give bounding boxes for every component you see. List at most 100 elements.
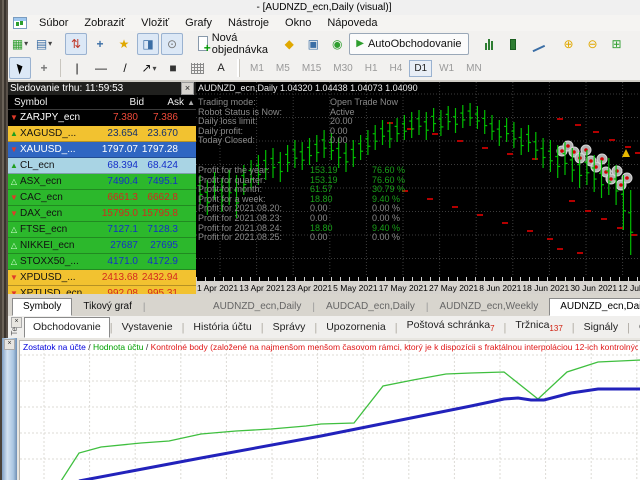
tab-tikovy-graf[interactable]: Tikový graf <box>72 298 143 316</box>
bar-chart-type-button[interactable] <box>478 33 500 55</box>
strategy-tester-panel: × Zostatok na účte / Hodnota účtu / Kont… <box>2 338 640 480</box>
table-row[interactable]: △ NIKKEI_ecn 27687 27695 <box>8 238 196 254</box>
tester-side-strip <box>2 338 17 480</box>
tab-signaly[interactable]: Signály <box>575 317 627 338</box>
close-icon[interactable]: × <box>181 82 194 95</box>
candle-chart-type-button[interactable] <box>502 33 524 55</box>
column-symbol[interactable]: Symbol <box>8 97 98 108</box>
close-icon[interactable]: × <box>4 339 15 350</box>
timeframe-h1[interactable]: H1 <box>360 60 383 77</box>
new-order-button[interactable]: Nová objednávka <box>192 32 277 56</box>
column-ask[interactable]: Ask <box>144 97 184 108</box>
tab-vystavenie[interactable]: Vystavenie <box>113 317 182 338</box>
date-label: 18 Jun 2021 <box>522 282 570 293</box>
symbol-cell: XPDUSD_... <box>20 272 76 283</box>
tab-obchodovanie[interactable]: Obchodovanie <box>24 317 110 338</box>
menu-okno[interactable]: Okno <box>278 16 318 30</box>
terminal-toggle-button[interactable]: ◨ <box>137 32 159 55</box>
arrows-tool-button[interactable]: ↗ ▾ <box>138 57 160 79</box>
vertical-line-tool-button[interactable]: | <box>66 57 88 79</box>
table-row[interactable]: △ FTSE_ecn 7127.1 7128.3 <box>8 222 196 238</box>
menu-grafy[interactable]: Grafy <box>178 16 219 30</box>
menu-napoveda[interactable]: Nápoveda <box>320 16 384 30</box>
table-row[interactable]: △ ASX_ecn 7490.4 7495.1 <box>8 174 196 190</box>
timeframe-m15[interactable]: M15 <box>297 60 326 77</box>
table-row[interactable]: ▲ CL_ecn 68.394 68.424 <box>8 158 196 174</box>
timeframe-m1[interactable]: M1 <box>245 60 269 77</box>
zoom-out-button[interactable]: ⊖ <box>582 33 604 55</box>
menu-subor[interactable]: Súbor <box>32 16 75 30</box>
chart-tab[interactable]: AUDNZD_ecn,Daily <box>202 298 312 316</box>
table-row[interactable]: ▼ XAUUSD_... 1797.07 1797.28 <box>8 142 196 158</box>
market-watch-toggle-button[interactable]: ⇅ <box>65 32 87 55</box>
table-row[interactable]: ▼ ZARJPY_ecn 7.380 7.386 <box>8 110 196 126</box>
shapes-tool-button[interactable]: ■ <box>162 57 184 79</box>
metaeditor-button[interactable]: ◆ <box>278 33 300 55</box>
chart-window-icon <box>13 17 27 29</box>
scroll-up-icon[interactable]: ▲ <box>184 98 196 107</box>
table-row[interactable]: ▼ CAC_ecn 6661.3 6662.8 <box>8 190 196 206</box>
timeframe-d1[interactable]: D1 <box>409 59 433 77</box>
table-row[interactable]: ▼ XPTUSD_ecn 992.08 995.31 <box>8 286 196 294</box>
connection-button[interactable]: ◉ <box>326 33 348 55</box>
tester-graph[interactable]: Zostatok na účte / Hodnota účtu / Kontro… <box>19 340 640 480</box>
column-bid[interactable]: Bid <box>98 97 144 108</box>
horizontal-line-tool-button[interactable]: — <box>90 57 112 79</box>
chevron-down-icon[interactable]: ▾ <box>48 39 52 48</box>
tab-upozornenia[interactable]: Upozornenia <box>317 317 395 338</box>
data-window-button[interactable]: + <box>89 33 111 55</box>
table-row[interactable]: ▼ DAX_ecn 15795.0 15795.8 <box>8 206 196 222</box>
zoom-in-button[interactable]: ⊕ <box>558 33 580 55</box>
drawing-toolbar: + | — / ↗ ▾ ■ A M1 M5 M15 M30 H1 H4 D1 W1… <box>8 56 640 82</box>
chart-tab[interactable]: AUDNZD_ecn,Weekly <box>429 298 550 316</box>
date-label: 12 Jul <box>618 282 640 293</box>
trendline-icon: / <box>123 61 127 75</box>
timeframe-h4[interactable]: H4 <box>385 60 408 77</box>
price-chart[interactable]: AUDNZD_ecn,Daily 1.04320 1.04438 1.04073… <box>196 82 640 277</box>
title-bar: - [AUDNZD_ecn,Daily (visual)] <box>8 0 640 15</box>
chevron-down-icon[interactable]: ▾ <box>24 39 28 48</box>
trendline-tool-button[interactable]: / <box>114 57 136 79</box>
tab-postova-schranka[interactable]: Poštová schránka7 <box>398 315 504 338</box>
fibonacci-tool-button[interactable] <box>186 57 208 79</box>
cursor-tool-button[interactable] <box>9 57 31 79</box>
table-row[interactable]: ▲ XAGUSD_... 23.654 23.670 <box>8 126 196 142</box>
text-tool-button[interactable]: A <box>210 57 232 79</box>
tab-symboly[interactable]: Symboly <box>12 298 73 316</box>
tab-historia-uctu[interactable]: História účtu <box>184 317 260 338</box>
profiles-button[interactable]: ▤ ▾ <box>33 33 55 55</box>
bid-cell: 27687 <box>110 240 138 251</box>
line-chart-type-button[interactable] <box>526 33 548 55</box>
table-row[interactable]: ▼ XPDUSD_... 2413.68 2432.94 <box>8 270 196 286</box>
tile-windows-button[interactable]: ⊞ <box>606 33 628 55</box>
menu-nastroje[interactable]: Nástroje <box>221 16 276 30</box>
vline-icon: | <box>75 61 79 75</box>
trend-arrow-icon: ▼ <box>10 209 18 218</box>
navigator-button[interactable]: ★ <box>113 33 135 55</box>
autotrading-button[interactable]: ▶ AutoObchodovanie <box>349 32 469 55</box>
strategy-tester-button[interactable]: ⊙ <box>161 32 183 55</box>
zoom-out-icon: ⊖ <box>587 36 598 51</box>
chart-tab-active[interactable]: AUDNZD_ecn,Daily (visual) <box>549 298 640 316</box>
timeframe-mn[interactable]: MN <box>461 60 487 77</box>
timeframe-m5[interactable]: M5 <box>271 60 295 77</box>
tab-trznica[interactable]: Tržnica137 <box>506 315 571 338</box>
ask-cell: 1797.28 <box>141 144 178 155</box>
table-row[interactable]: △ STOXX50_... 4171.0 4172.9 <box>8 254 196 270</box>
tab-spravy[interactable]: Správy <box>264 317 315 338</box>
timeframe-m30[interactable]: M30 <box>328 60 357 77</box>
legend-balance: Zostatok na účte <box>23 342 86 352</box>
chart-tab[interactable]: AUDCAD_ecn,Daily <box>315 298 426 316</box>
new-chart-button[interactable]: ▦ ▾ <box>9 33 31 55</box>
tab-clanky[interactable]: Články <box>630 317 640 338</box>
experts-button[interactable]: ▣ <box>302 33 324 55</box>
legend-equity: Hodnota účtu <box>92 342 144 352</box>
experts-icon: ▣ <box>307 36 319 51</box>
crosshair-icon: + <box>40 61 48 75</box>
menu-zobrazit[interactable]: Zobraziť <box>77 16 132 30</box>
timeframe-w1[interactable]: W1 <box>434 60 459 77</box>
crosshair-tool-button[interactable]: + <box>33 57 55 79</box>
chevron-down-icon[interactable]: ▾ <box>153 64 157 73</box>
menu-vlozit[interactable]: Vložiť <box>134 16 176 30</box>
tester-legend: Zostatok na účte / Hodnota účtu / Kontro… <box>23 342 638 352</box>
